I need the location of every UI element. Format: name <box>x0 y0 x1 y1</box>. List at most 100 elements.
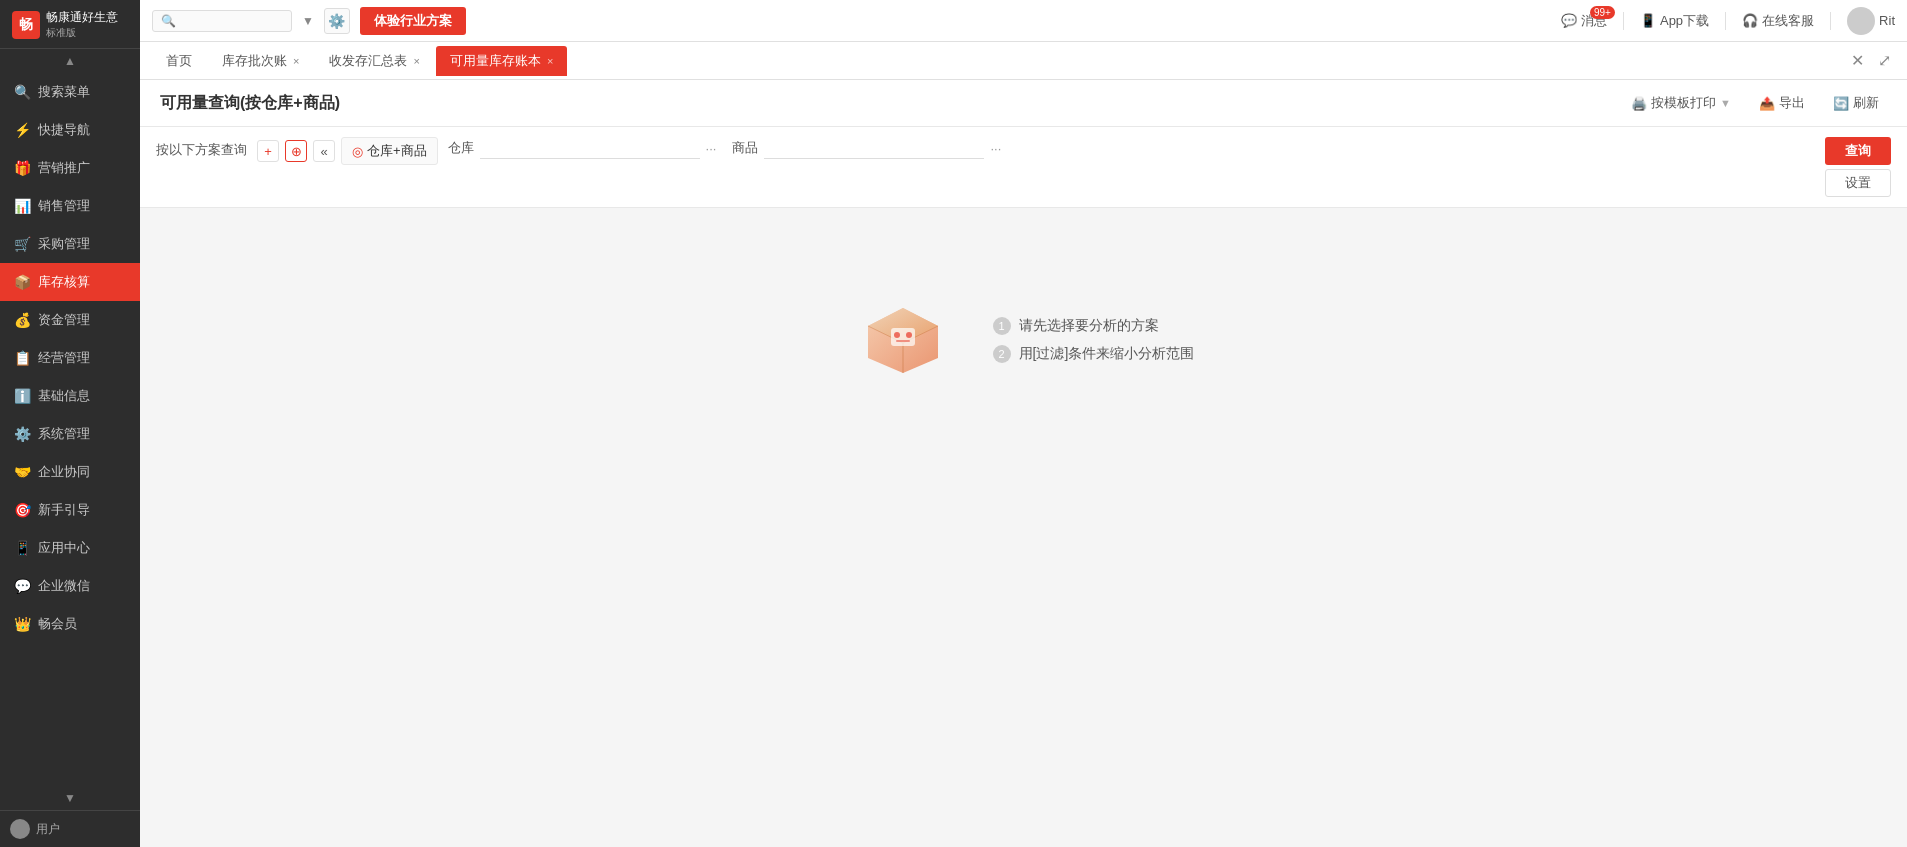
sidebar-item-label: 基础信息 <box>38 387 90 405</box>
user-menu-btn[interactable]: Rit <box>1847 7 1895 35</box>
search-icon: 🔍 <box>14 84 30 100</box>
warehouse-label: 仓库 <box>448 139 474 157</box>
empty-tip-1-text: 请先选择要分析的方案 <box>1019 317 1159 335</box>
top-bar-right: 💬 消息 99+ 📱 App下载 🎧 在线客服 Rit <box>1561 7 1895 35</box>
tab-available[interactable]: 可用量库存账本 × <box>436 46 567 76</box>
sidebar-footer[interactable]: 用户 <box>0 810 140 847</box>
sidebar-item-member[interactable]: 👑 畅会员 <box>0 605 140 643</box>
sidebar-brand: 畅 畅康通好生意 标准版 <box>0 0 140 49</box>
sidebar-item-system[interactable]: ⚙️ 系统管理 <box>0 415 140 453</box>
add-scheme-btn[interactable]: + <box>257 140 279 162</box>
sidebar-item-label: 营销推广 <box>38 159 90 177</box>
warehouse-input[interactable] <box>480 137 700 159</box>
settings-icon-button[interactable]: ⚙️ <box>324 8 350 34</box>
chart-icon: 📊 <box>14 198 30 214</box>
sidebar-item-label: 资金管理 <box>38 311 90 329</box>
sidebar-item-operation[interactable]: 📋 经营管理 <box>0 339 140 377</box>
message-badge: 99+ <box>1590 6 1615 19</box>
brand-icon: 畅 <box>12 11 40 39</box>
scheme-settings-btn[interactable]: ⊕ <box>285 140 307 162</box>
sidebar-scroll-up[interactable]: ▲ <box>0 49 140 73</box>
tab-summary[interactable]: 收发存汇总表 × <box>315 46 433 76</box>
divider <box>1623 12 1624 30</box>
brand-version: 标准版 <box>46 26 118 40</box>
sidebar-item-newuser[interactable]: 🎯 新手引导 <box>0 491 140 529</box>
refresh-icon: 🔄 <box>1833 96 1849 111</box>
wechat-icon: 💬 <box>14 578 30 594</box>
experience-btn[interactable]: 体验行业方案 <box>360 7 466 35</box>
online-service-btn[interactable]: 🎧 在线客服 <box>1742 12 1814 30</box>
tabs-bar: 首页 库存批次账 × 收发存汇总表 × 可用量库存账本 × ✕ ⤢ <box>140 42 1907 80</box>
query-button[interactable]: 查询 <box>1825 137 1891 165</box>
product-input[interactable] <box>764 137 984 159</box>
product-more-btn[interactable]: ··· <box>990 141 1001 156</box>
filter-fields-row: 仓库 ··· 商品 ··· <box>448 137 1815 159</box>
tab-batch[interactable]: 库存批次账 × <box>208 46 313 76</box>
print-label: 按模板打印 <box>1651 94 1716 112</box>
export-btn[interactable]: 📤 导出 <box>1751 90 1813 116</box>
filter-scheme-area: + ⊕ « ◎ 仓库+商品 <box>257 137 438 165</box>
filter-actions: 查询 设置 <box>1825 137 1891 197</box>
sidebar-item-inventory[interactable]: 📦 库存核算 <box>0 263 140 301</box>
print-btn[interactable]: 🖨️ 按模板打印 ▼ <box>1623 90 1739 116</box>
inventory-icon: 📦 <box>14 274 30 290</box>
user-avatar-small <box>10 819 30 839</box>
message-icon: 💬 <box>1561 13 1577 28</box>
search-dropdown-icon[interactable]: ▼ <box>302 14 314 28</box>
tab-home[interactable]: 首页 <box>152 46 206 76</box>
main-area: 🔍 ▼ ⚙️ 体验行业方案 💬 消息 99+ 📱 App下载 🎧 在线客服 <box>140 0 1907 847</box>
print-dropdown-icon[interactable]: ▼ <box>1720 97 1731 109</box>
sidebar-item-label: 搜索菜单 <box>38 83 90 101</box>
user-name: Rit <box>1879 13 1895 28</box>
refresh-btn[interactable]: 🔄 刷新 <box>1825 90 1887 116</box>
print-icon: 🖨️ <box>1631 96 1647 111</box>
collapse-btn[interactable]: « <box>313 140 335 162</box>
tab-available-close[interactable]: × <box>547 55 553 67</box>
sidebar-item-label: 采购管理 <box>38 235 90 253</box>
sidebar-item-appcenter[interactable]: 📱 应用中心 <box>0 529 140 567</box>
top-bar-search-box[interactable]: 🔍 <box>152 10 292 32</box>
message-btn[interactable]: 💬 消息 99+ <box>1561 12 1607 30</box>
sidebar-item-marketing[interactable]: 🎁 营销推广 <box>0 149 140 187</box>
sidebar-item-purchase[interactable]: 🛒 采购管理 <box>0 225 140 263</box>
settings-button[interactable]: 设置 <box>1825 169 1891 197</box>
page-title: 可用量查询(按仓库+商品) <box>160 93 340 114</box>
empty-tips: 1 请先选择要分析的方案 2 用[过滤]条件来缩小分析范围 <box>993 317 1195 363</box>
warehouse-more-btn[interactable]: ··· <box>706 141 717 156</box>
warehouse-filter: 仓库 ··· <box>448 137 717 159</box>
page-header: 可用量查询(按仓库+商品) 🖨️ 按模板打印 ▼ 📤 导出 🔄 刷新 <box>140 80 1907 127</box>
sidebar-item-label: 库存核算 <box>38 273 90 291</box>
sidebar-item-finance[interactable]: 💰 资金管理 <box>0 301 140 339</box>
scheme-item-warehouse-product[interactable]: ◎ 仓库+商品 <box>341 137 438 165</box>
sidebar-item-label: 企业微信 <box>38 577 90 595</box>
sidebar-item-label: 销售管理 <box>38 197 90 215</box>
tab-batch-close[interactable]: × <box>293 55 299 67</box>
target-icon: 🎯 <box>14 502 30 518</box>
sidebar-item-sales[interactable]: 📊 销售管理 <box>0 187 140 225</box>
scheme-circle-icon: ◎ <box>352 144 363 159</box>
mobile-icon: 📱 <box>14 540 30 556</box>
crown-icon: 👑 <box>14 616 30 632</box>
export-label: 导出 <box>1779 94 1805 112</box>
sidebar-scroll-down[interactable]: ▼ <box>0 786 140 810</box>
sidebar-item-enterprise[interactable]: 🤝 企业协同 <box>0 453 140 491</box>
empty-tip-2: 2 用[过滤]条件来缩小分析范围 <box>993 345 1195 363</box>
divider <box>1725 12 1726 30</box>
tab-summary-close[interactable]: × <box>413 55 419 67</box>
tab-available-label: 可用量库存账本 <box>450 52 541 70</box>
sidebar-item-shortcut[interactable]: ⚡ 快捷导航 <box>0 111 140 149</box>
tab-expand[interactable]: ⤢ <box>1874 49 1895 72</box>
sidebar-item-basic[interactable]: ℹ️ 基础信息 <box>0 377 140 415</box>
app-download-btn[interactable]: 📱 App下载 <box>1640 12 1709 30</box>
operation-icon: 📋 <box>14 350 30 366</box>
app-download-label: App下载 <box>1660 12 1709 30</box>
top-bar: 🔍 ▼ ⚙️ 体验行业方案 💬 消息 99+ 📱 App下载 🎧 在线客服 <box>140 0 1907 42</box>
sidebar-item-search[interactable]: 🔍 搜索菜单 <box>0 73 140 111</box>
sidebar-item-wechat[interactable]: 💬 企业微信 <box>0 567 140 605</box>
sidebar-item-label: 企业协同 <box>38 463 90 481</box>
brand-name: 畅康通好生意 <box>46 10 118 26</box>
finance-icon: 💰 <box>14 312 30 328</box>
tab-close-all[interactable]: ✕ <box>1847 49 1868 72</box>
svg-point-7 <box>906 332 912 338</box>
search-input[interactable] <box>180 14 280 28</box>
